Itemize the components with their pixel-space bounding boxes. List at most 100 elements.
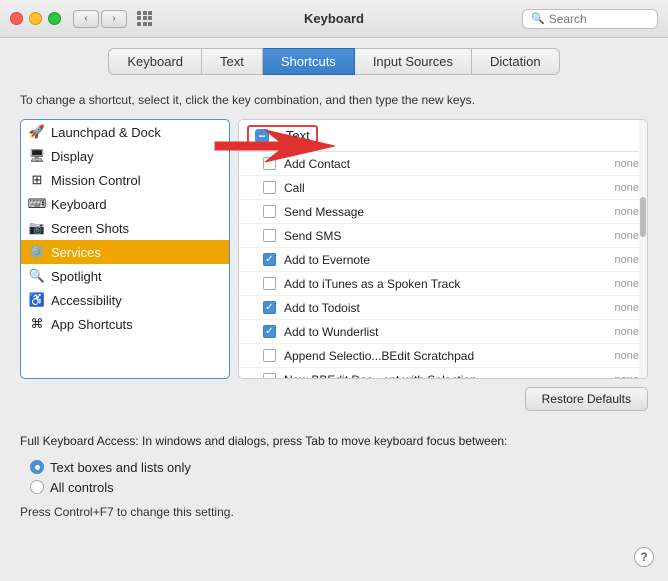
sidebar-item-display[interactable]: 🖥 Display bbox=[21, 144, 229, 168]
service-row-call: Call none bbox=[239, 176, 647, 200]
service-name: Append Selectio...BEdit Scratchpad bbox=[284, 349, 601, 363]
checkbox-wunderlist[interactable] bbox=[263, 325, 276, 338]
scrollbar-track[interactable] bbox=[639, 120, 647, 378]
service-name: Add Contact bbox=[284, 157, 601, 171]
search-icon: 🔍 bbox=[531, 12, 545, 25]
service-name: New BBEdit Doc...ent with Selection bbox=[284, 373, 601, 380]
app-shortcuts-icon: ⌘ bbox=[29, 316, 45, 332]
checkbox-new-bbedit[interactable] bbox=[263, 373, 276, 379]
service-shortcut: none bbox=[609, 278, 639, 290]
radio-all-controls[interactable]: All controls bbox=[30, 480, 648, 495]
minus-icon: − bbox=[258, 129, 265, 143]
bottom-section: Full Keyboard Access: In windows and dia… bbox=[0, 421, 668, 519]
tab-input-sources[interactable]: Input Sources bbox=[355, 48, 472, 75]
sidebar-item-spotlight[interactable]: 🔍 Spotlight bbox=[21, 264, 229, 288]
sidebar-item-label: Keyboard bbox=[51, 197, 107, 212]
checkbox-send-sms[interactable] bbox=[263, 229, 276, 242]
tabs-row: Keyboard Text Shortcuts Input Sources Di… bbox=[0, 38, 668, 81]
sidebar-item-keyboard[interactable]: ⌨ Keyboard bbox=[21, 192, 229, 216]
radio-text-boxes[interactable]: Text boxes and lists only bbox=[30, 460, 648, 475]
scrollbar-thumb[interactable] bbox=[640, 197, 646, 237]
keyboard-icon: ⌨ bbox=[29, 196, 45, 212]
radio-label-all-controls: All controls bbox=[50, 480, 114, 495]
sidebar-item-services[interactable]: ⚙️ Services bbox=[21, 240, 229, 264]
checkbox-append-bbedit[interactable] bbox=[263, 349, 276, 362]
display-icon: 🖥 bbox=[29, 148, 45, 164]
right-panel: − ▼ Text Add Contact none Call none Send… bbox=[238, 119, 648, 379]
tab-keyboard[interactable]: Keyboard bbox=[108, 48, 202, 75]
service-name: Add to Todoist bbox=[284, 301, 601, 315]
service-row-itunes: Add to iTunes as a Spoken Track none bbox=[239, 272, 647, 296]
checkbox-send-message[interactable] bbox=[263, 205, 276, 218]
minimize-button[interactable] bbox=[29, 12, 42, 25]
back-button[interactable]: ‹ bbox=[73, 10, 99, 28]
service-shortcut: none bbox=[609, 230, 639, 242]
sidebar-item-label: Screen Shots bbox=[51, 221, 129, 236]
service-name: Send SMS bbox=[284, 229, 601, 243]
sidebar-item-accessibility[interactable]: ♿ Accessibility bbox=[21, 288, 229, 312]
tab-shortcuts[interactable]: Shortcuts bbox=[263, 48, 355, 75]
titlebar: ‹ › Keyboard 🔍 bbox=[0, 0, 668, 38]
service-name: Add to Wunderlist bbox=[284, 325, 601, 339]
accessibility-icon: ♿ bbox=[29, 292, 45, 308]
triangle-icon: ▼ bbox=[273, 131, 282, 141]
service-name: Add to iTunes as a Spoken Track bbox=[284, 277, 601, 291]
checkbox-todoist[interactable] bbox=[263, 301, 276, 314]
forward-button[interactable]: › bbox=[101, 10, 127, 28]
radio-circle-all-controls[interactable] bbox=[30, 480, 44, 494]
sidebar-item-mission-control[interactable]: ⊞ Mission Control bbox=[21, 168, 229, 192]
restore-btn-row: Restore Defaults bbox=[20, 387, 648, 411]
close-button[interactable] bbox=[10, 12, 23, 25]
sidebar-item-label: App Shortcuts bbox=[51, 317, 133, 332]
service-row-new-bbedit: New BBEdit Doc...ent with Selection none bbox=[239, 368, 647, 379]
search-box[interactable]: 🔍 bbox=[522, 9, 658, 29]
service-row-append-bbedit: Append Selectio...BEdit Scratchpad none bbox=[239, 344, 647, 368]
tab-dictation[interactable]: Dictation bbox=[472, 48, 560, 75]
sidebar-list[interactable]: 🚀 Launchpad & Dock 🖥 Display ⊞ Mission C… bbox=[20, 119, 230, 379]
service-row-wunderlist: Add to Wunderlist none bbox=[239, 320, 647, 344]
collapse-button[interactable]: − bbox=[255, 129, 269, 143]
service-shortcut: none bbox=[609, 206, 639, 218]
sidebar-item-label: Mission Control bbox=[51, 173, 141, 188]
search-input[interactable] bbox=[549, 12, 649, 26]
checkbox-itunes[interactable] bbox=[263, 277, 276, 290]
group-header: − ▼ Text bbox=[239, 120, 647, 152]
service-name: Add to Evernote bbox=[284, 253, 601, 267]
service-shortcut: none bbox=[609, 374, 639, 380]
restore-defaults-button[interactable]: Restore Defaults bbox=[525, 387, 648, 411]
sidebar-item-screenshots[interactable]: 📷 Screen Shots bbox=[21, 216, 229, 240]
columns-layout: 🚀 Launchpad & Dock 🖥 Display ⊞ Mission C… bbox=[20, 119, 648, 379]
spotlight-icon: 🔍 bbox=[29, 268, 45, 284]
sidebar-item-label: Accessibility bbox=[51, 293, 122, 308]
service-shortcut: none bbox=[609, 350, 639, 362]
service-shortcut: none bbox=[609, 158, 639, 170]
service-row-evernote: Add to Evernote none bbox=[239, 248, 647, 272]
group-label: Text bbox=[286, 128, 310, 143]
checkbox-add-contact[interactable] bbox=[263, 157, 276, 170]
launchpad-icon: 🚀 bbox=[29, 124, 45, 140]
sidebar-item-app-shortcuts[interactable]: ⌘ App Shortcuts bbox=[21, 312, 229, 336]
traffic-lights bbox=[10, 12, 61, 25]
service-row-send-sms: Send SMS none bbox=[239, 224, 647, 248]
service-name: Call bbox=[284, 181, 601, 195]
service-row-todoist: Add to Todoist none bbox=[239, 296, 647, 320]
maximize-button[interactable] bbox=[48, 12, 61, 25]
service-row-send-message: Send Message none bbox=[239, 200, 647, 224]
service-name: Send Message bbox=[284, 205, 601, 219]
radio-group: Text boxes and lists only All controls bbox=[30, 460, 648, 495]
radio-circle-text-boxes[interactable] bbox=[30, 460, 44, 474]
checkbox-evernote[interactable] bbox=[263, 253, 276, 266]
service-shortcut: none bbox=[609, 254, 639, 266]
sidebar-item-label: Services bbox=[51, 245, 101, 260]
checkbox-call[interactable] bbox=[263, 181, 276, 194]
tab-text[interactable]: Text bbox=[202, 48, 263, 75]
sidebar-item-label: Display bbox=[51, 149, 94, 164]
sidebar-item-label: Launchpad & Dock bbox=[51, 125, 161, 140]
window-title: Keyboard bbox=[304, 11, 364, 26]
sidebar-item-launchpad[interactable]: 🚀 Launchpad & Dock bbox=[21, 120, 229, 144]
service-shortcut: none bbox=[609, 326, 639, 338]
nav-buttons: ‹ › bbox=[73, 10, 127, 28]
help-button[interactable]: ? bbox=[634, 547, 654, 567]
grid-icon[interactable] bbox=[137, 11, 153, 27]
sidebar-item-label: Spotlight bbox=[51, 269, 102, 284]
